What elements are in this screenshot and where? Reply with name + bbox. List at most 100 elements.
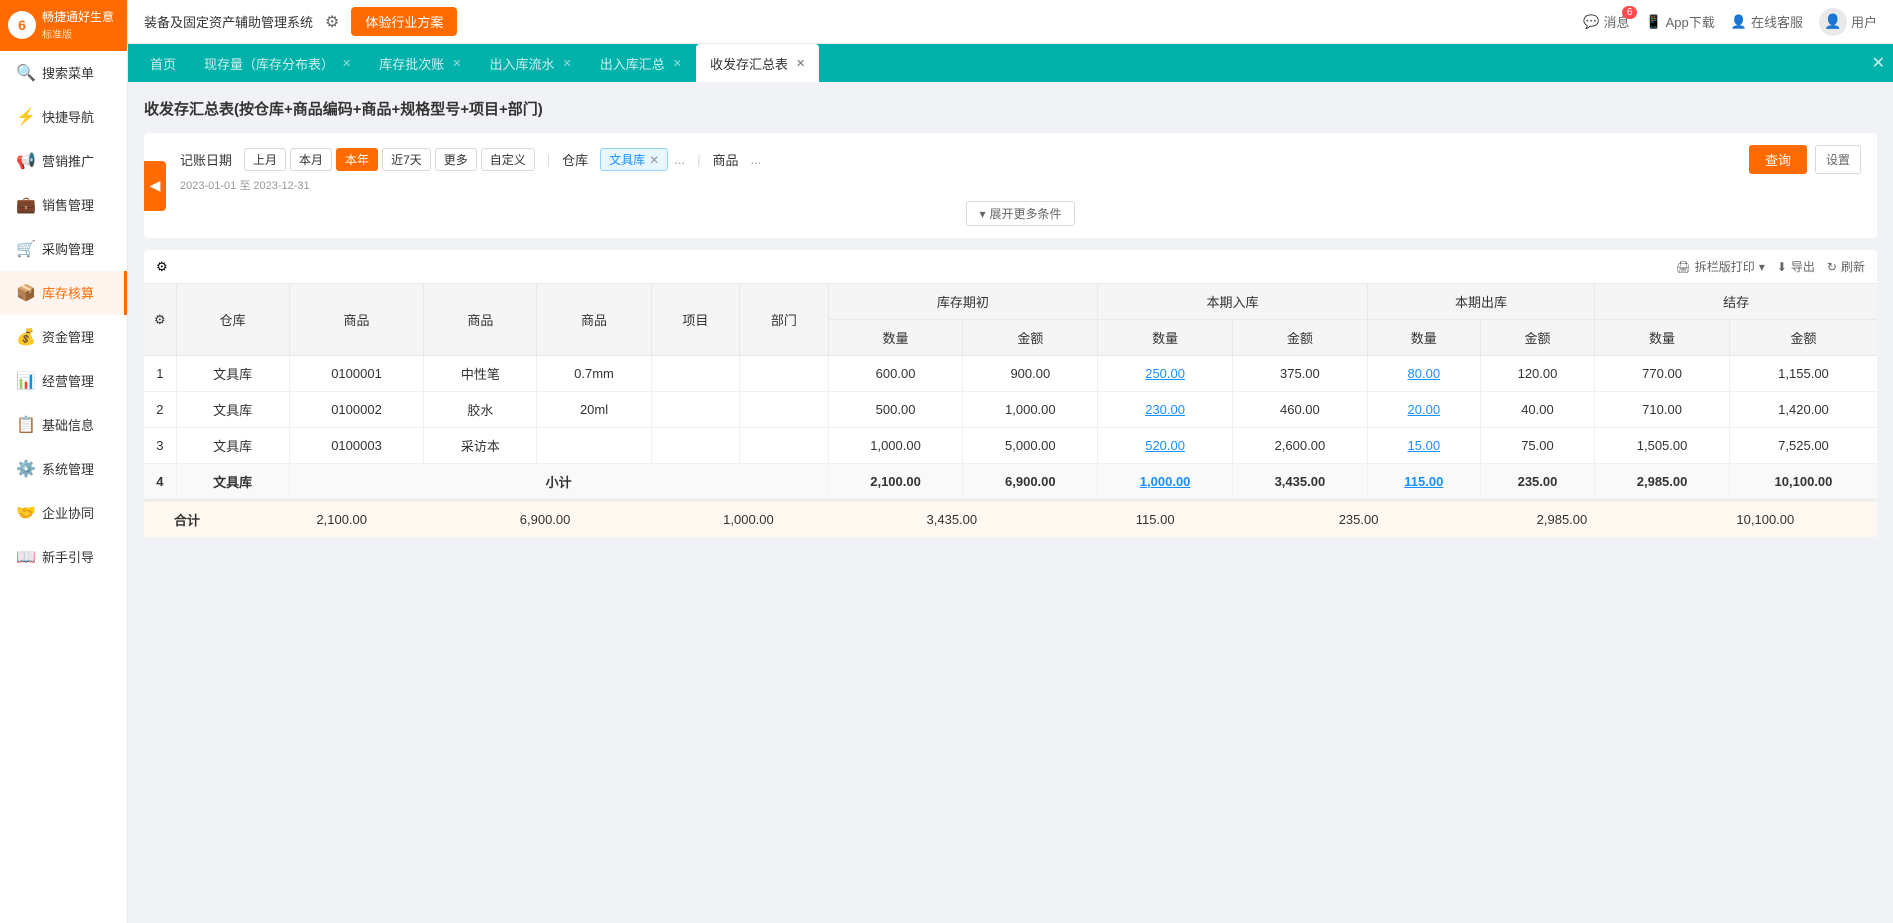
filter-collapse-btn[interactable]: ◀ <box>144 161 166 211</box>
row-goods-code: 0100001 <box>289 356 424 392</box>
row-in-amt: 375.00 <box>1233 356 1368 392</box>
filter-card: ◀ 记账日期 上月本月本年近7天更多自定义 | 仓库 文具库 ✕ ... <box>144 133 1877 238</box>
data-table: ⚙ 仓库 商品 商品 商品 项目 部门 库存期初 本期入库 本期出库 结存 数量 <box>144 284 1877 500</box>
sidebar-item-inventory[interactable]: 📦库存核算 <box>0 271 127 315</box>
goods-more-btn[interactable]: ... <box>751 152 762 167</box>
sales-icon: 💼 <box>16 195 34 215</box>
sidebar-header[interactable]: 6 畅捷通好生意 标准版 <box>0 0 127 51</box>
tab-close-icon[interactable]: ✕ <box>452 57 461 70</box>
app-download-item[interactable]: 📱 App下载 <box>1645 12 1714 31</box>
tab-close-icon[interactable]: ✕ <box>563 57 572 70</box>
tabbar-close-icon[interactable]: ✕ <box>1872 53 1885 73</box>
row-bal-amt: 7,525.00 <box>1729 428 1877 464</box>
print-button[interactable]: 🖨 拆栏版打印 ▾ <box>1676 258 1765 275</box>
out-qty-link[interactable]: 20.00 <box>1408 402 1441 417</box>
message-item[interactable]: 💬 消息 6 <box>1583 12 1629 31</box>
date-btn-本月[interactable]: 本月 <box>290 148 332 171</box>
sub-out-qty-link[interactable]: 115.00 <box>1404 474 1443 489</box>
topbar: 装备及固定资产辅助管理系统 ⚙ 体验行业方案 💬 消息 6 📱 App下载 👤 … <box>128 0 1893 44</box>
tab-label: 出入库流水 <box>489 54 554 73</box>
sidebar-item-system[interactable]: ⚙️系统管理 <box>0 447 127 491</box>
row-in-qty: 250.00 <box>1098 356 1233 392</box>
sidebar-item-sales[interactable]: 💼销售管理 <box>0 183 127 227</box>
system-icon: ⚙️ <box>16 459 34 479</box>
subtotal-no: 4 <box>144 464 176 500</box>
tab-首页[interactable]: 首页 <box>136 44 190 82</box>
sidebar-logo: 6 <box>8 11 36 39</box>
tab-现存量库存分布表[interactable]: 现存量（库存分布表） ✕ <box>190 44 365 82</box>
tab-close-icon[interactable]: ✕ <box>673 57 682 70</box>
date-btn-上月[interactable]: 上月 <box>244 148 286 171</box>
warehouse-more-btn[interactable]: ... <box>674 152 685 167</box>
tab-库存批次账[interactable]: 库存批次账✕ <box>365 44 475 82</box>
row-bal-qty: 770.00 <box>1595 356 1730 392</box>
expand-button[interactable]: ▾ 展开更多条件 <box>966 201 1074 226</box>
subtotal-warehouse: 文具库 <box>176 464 289 500</box>
tab-出入库汇总[interactable]: 出入库汇总 ✕ <box>586 44 696 82</box>
query-button[interactable]: 查询 <box>1749 145 1807 174</box>
table-row: 1 文具库 0100001 中性笔 0.7mm 600.00 900.00 25… <box>144 356 1877 392</box>
experience-button[interactable]: 体验行业方案 <box>351 7 457 36</box>
tab-label: 现存量（库存分布表） <box>204 54 334 73</box>
out-qty-link[interactable]: 80.00 <box>1408 366 1441 381</box>
tab-close-icon[interactable]: ✕ <box>796 57 805 70</box>
sidebar-item-purchase[interactable]: 🛒采购管理 <box>0 227 127 271</box>
in-qty-link[interactable]: 230.00 <box>1145 402 1185 417</box>
date-btn-本年[interactable]: 本年 <box>336 148 378 171</box>
warehouse-tag[interactable]: 文具库 ✕ <box>600 148 668 171</box>
user-item[interactable]: 👤 用户 <box>1819 8 1877 36</box>
tab-close-icon[interactable]: ✕ <box>342 57 351 70</box>
goods-label: 商品 <box>713 150 739 169</box>
row-goods-name: 中性笔 <box>424 356 537 392</box>
sidebar-item-guide[interactable]: 📖新手引导 <box>0 535 127 579</box>
in-qty-link[interactable]: 250.00 <box>1145 366 1185 381</box>
export-button[interactable]: ⬇ 导出 <box>1777 258 1815 275</box>
out-qty-link[interactable]: 15.00 <box>1408 438 1441 453</box>
row-project <box>651 392 739 428</box>
subtotal-row: 4 文具库 小计 2,100.00 6,900.00 1,000.00 3,43… <box>144 464 1877 500</box>
total-bal-qty: 2,985.00 <box>1460 512 1663 527</box>
date-btn-更多[interactable]: 更多 <box>435 148 477 171</box>
sidebar-item-cooperation[interactable]: 🤝企业协同 <box>0 491 127 535</box>
tab-收发存汇总表[interactable]: 收发存汇总表 ✕ <box>696 44 819 82</box>
quick-nav-icon: ⚡ <box>16 107 34 127</box>
date-btn-近7天[interactable]: 近7天 <box>382 148 431 171</box>
tab-label: 收发存汇总表 <box>710 54 788 73</box>
phone-icon: 📱 <box>1645 14 1661 30</box>
refresh-button[interactable]: ↻ 刷新 <box>1827 258 1865 275</box>
sidebar-item-business[interactable]: 📊经营管理 <box>0 359 127 403</box>
online-service-item[interactable]: 👤 在线客服 <box>1731 12 1803 31</box>
th-goods-name: 商品 <box>424 284 537 356</box>
settings-col-icon[interactable]: ⚙ <box>156 259 168 275</box>
sidebar-item-search-menu[interactable]: 🔍搜索菜单 <box>0 51 127 95</box>
total-in-qty: 1,000.00 <box>647 512 850 527</box>
date-btn-自定义[interactable]: 自定义 <box>481 148 535 171</box>
date-label: 记账日期 <box>180 150 232 169</box>
filter-settings-button[interactable]: 设置 <box>1815 145 1861 174</box>
in-qty-link[interactable]: 520.00 <box>1145 438 1185 453</box>
sidebar-item-marketing[interactable]: 📢营销推广 <box>0 139 127 183</box>
total-out-amt: 235.00 <box>1257 512 1460 527</box>
user-avatar: 👤 <box>1819 8 1847 36</box>
purchase-icon: 🛒 <box>16 239 34 259</box>
row-bal-amt: 1,420.00 <box>1729 392 1877 428</box>
sub-in-qty-link[interactable]: 1,000.00 <box>1140 474 1191 489</box>
sidebar-item-quick-nav[interactable]: ⚡快捷导航 <box>0 95 127 139</box>
tab-label: 出入库汇总 <box>600 54 665 73</box>
topbar-left: 装备及固定资产辅助管理系统 ⚙ 体验行业方案 <box>144 7 457 36</box>
settings-icon[interactable]: ⚙ <box>325 12 339 32</box>
online-service-label: 在线客服 <box>1751 12 1803 31</box>
row-open-amt: 900.00 <box>963 356 1098 392</box>
warehouse-tag-close[interactable]: ✕ <box>649 153 659 167</box>
tab-出入库流水[interactable]: 出入库流水 ✕ <box>475 44 585 82</box>
row-department <box>740 428 828 464</box>
row-out-amt: 120.00 <box>1480 356 1594 392</box>
sidebar-item-base-info[interactable]: 📋基础信息 <box>0 403 127 447</box>
search-menu-icon: 🔍 <box>16 63 34 83</box>
th-bal-amt: 金额 <box>1729 320 1877 356</box>
table-toolbar: ⚙ 🖨 拆栏版打印 ▾ ⬇ 导出 ↻ 刷新 <box>144 250 1877 284</box>
sidebar-item-finance[interactable]: 💰资金管理 <box>0 315 127 359</box>
row-open-amt: 5,000.00 <box>963 428 1098 464</box>
row-in-amt: 460.00 <box>1233 392 1368 428</box>
row-no: 3 <box>144 428 176 464</box>
